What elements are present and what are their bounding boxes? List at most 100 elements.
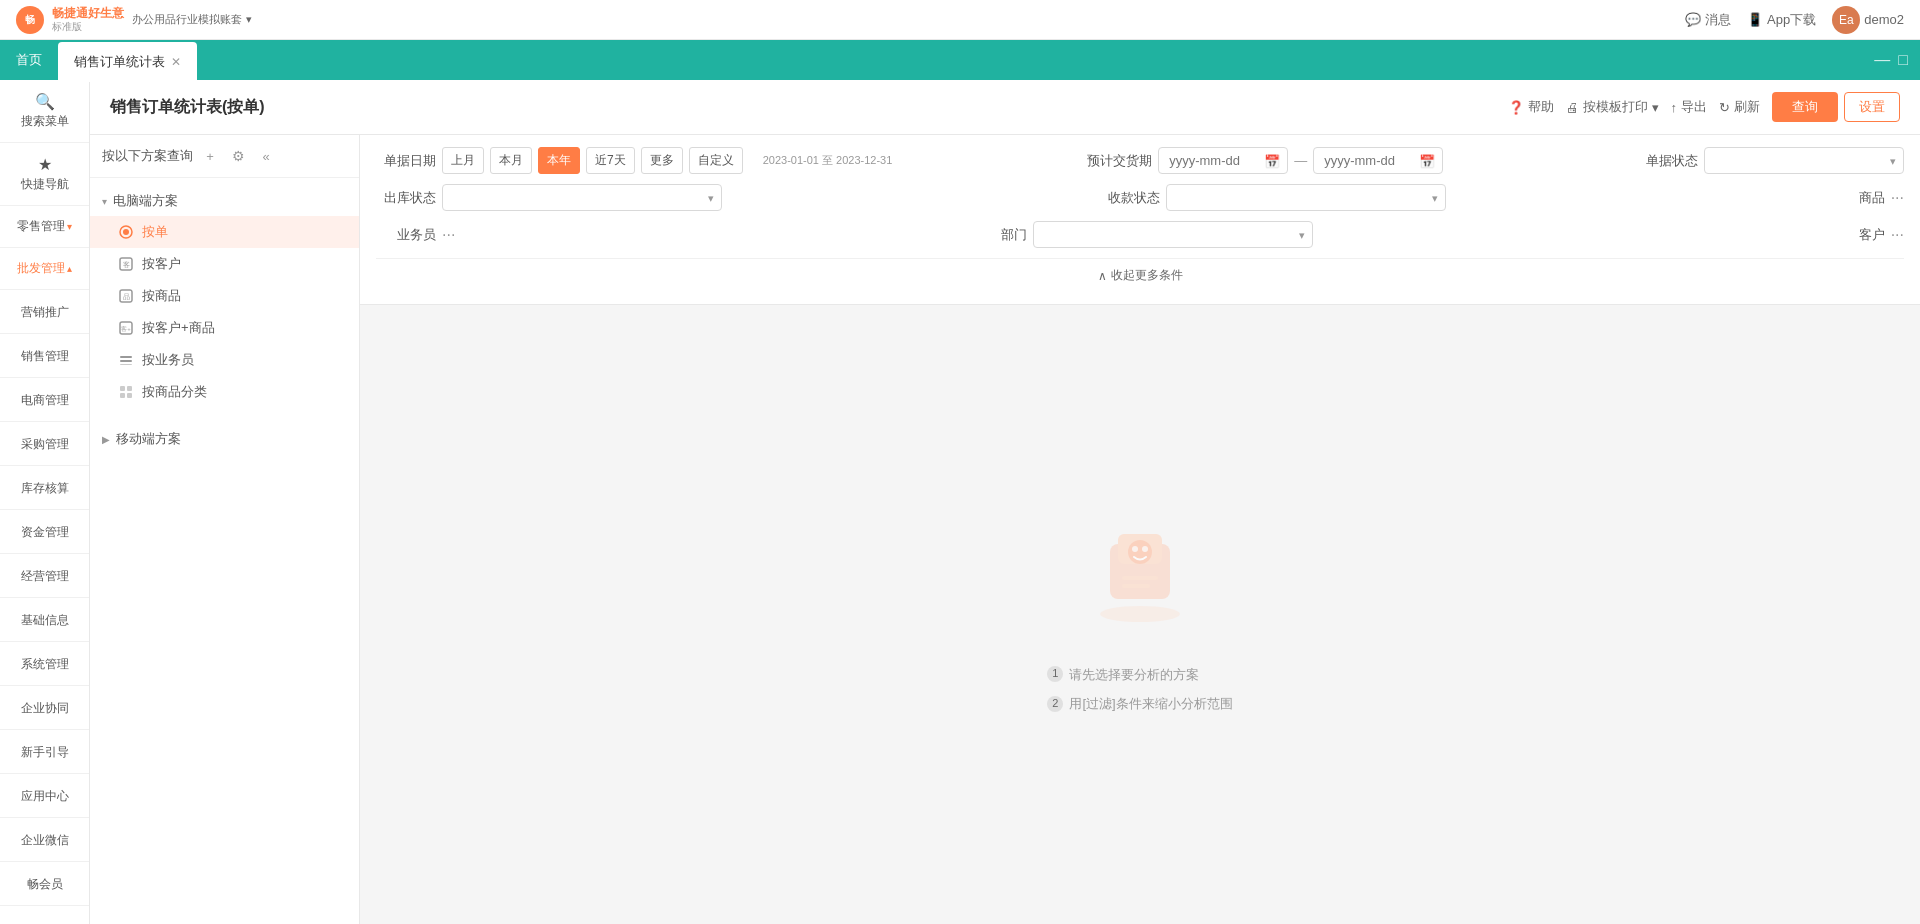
filter-row-3: 业务员 ··· 部门: [376, 221, 1904, 248]
sidebar-item-new-user-guide[interactable]: 新手引导: [0, 730, 89, 774]
scheme-group-pc[interactable]: ▾ 电脑端方案: [90, 186, 359, 216]
sidebar-item-app-center[interactable]: 应用中心: [0, 774, 89, 818]
page-title: 销售订单统计表(按单): [110, 97, 265, 130]
filter-row-1: 单据日期 上月 本月 本年 近7天 更多 自定义 2023-01-0: [376, 147, 1904, 174]
sidebar-item-wholesale-mgmt[interactable]: 批发管理 ▴: [0, 248, 89, 290]
window-maximize-btn[interactable]: □: [1898, 51, 1908, 69]
svg-rect-13: [120, 393, 125, 398]
query-button[interactable]: 查询: [1772, 92, 1838, 122]
svg-rect-10: [120, 364, 132, 365]
svg-text:客: 客: [123, 261, 130, 268]
sidebar-item-vip-member[interactable]: 畅会员: [0, 862, 89, 906]
salesperson-label: 业务员: [376, 226, 436, 244]
customer-scheme-icon: 客: [118, 256, 134, 272]
date-last-7days-btn[interactable]: 近7天: [586, 147, 635, 174]
scheme-item-by-category[interactable]: 按商品分类: [90, 376, 359, 408]
scheme-settings-btn[interactable]: ⚙: [227, 145, 249, 167]
sidebar-item-marketing[interactable]: 营销推广: [0, 290, 89, 334]
scheme-item-by-salesperson[interactable]: 按业务员: [90, 344, 359, 376]
doc-status-select[interactable]: [1704, 147, 1904, 174]
tabbar: 首页 销售订单统计表 ✕ — □: [0, 40, 1920, 80]
sidebar-item-finance-mgmt[interactable]: 资金管理: [0, 510, 89, 554]
ship-status-select[interactable]: [442, 184, 722, 211]
sidebar-item-retail-mgmt[interactable]: 零售管理 ▾: [0, 206, 89, 248]
sidebar-item-ecommerce-mgmt[interactable]: 电商管理: [0, 378, 89, 422]
svg-rect-22: [1122, 584, 1150, 588]
svg-point-19: [1132, 546, 1138, 552]
category-scheme-icon: [118, 384, 134, 400]
sidebar-item-basic-info[interactable]: 基础信息: [0, 598, 89, 642]
inner-layout: 按以下方案查询 + ⚙ « ▾ 电脑端方案: [90, 135, 1920, 924]
app-name: 畅捷通好生意: [52, 6, 124, 20]
sidebar-item-sales-mgmt[interactable]: 销售管理: [0, 334, 89, 378]
date-last-month-btn[interactable]: 上月: [442, 147, 484, 174]
user-avatar-btn[interactable]: Ea demo2: [1832, 6, 1904, 34]
scheme-section-mobile: ▶ 移动端方案: [90, 416, 359, 462]
topbar-left: 畅 畅捷通好生意 标准版 办公用品行业模拟账套 ▾: [16, 6, 252, 34]
scheme-item-by-product[interactable]: 品 按商品: [90, 280, 359, 312]
empty-illustration: [1080, 514, 1200, 655]
tabbar-right: — □: [1874, 51, 1920, 69]
expected-delivery-start-wrap: 📅: [1158, 147, 1288, 174]
expected-delivery-start-input[interactable]: [1158, 147, 1288, 174]
scheme-group-mobile[interactable]: ▶ 移动端方案: [90, 424, 359, 454]
scheme-item-by-order[interactable]: 按单: [90, 216, 359, 248]
payment-status-label: 收款状态: [1100, 189, 1160, 207]
export-btn[interactable]: ↑ 导出: [1671, 98, 1708, 116]
app-version: 标准版: [52, 21, 124, 33]
collapse-panel-btn[interactable]: «: [255, 145, 277, 167]
filter-area: 单据日期 上月 本月 本年 近7天 更多 自定义 2023-01-0: [360, 135, 1920, 305]
sidebar-item-inventory[interactable]: 库存核算: [0, 466, 89, 510]
svg-rect-21: [1122, 576, 1158, 580]
sidebar-item-search-menu[interactable]: 🔍 搜索菜单: [0, 80, 89, 143]
salesperson-picker-btn[interactable]: ···: [442, 226, 455, 244]
scheme-section-pc: ▾ 电脑端方案 按单 客 按客户: [90, 178, 359, 416]
help-btn[interactable]: ❓ 帮助: [1508, 98, 1554, 116]
collapse-filter-btn[interactable]: ∧ 收起更多条件: [376, 258, 1904, 292]
window-minimize-btn[interactable]: —: [1874, 51, 1890, 69]
sidebar-item-enterprise-collab[interactable]: 企业协同: [0, 686, 89, 730]
right-panel: 单据日期 上月 本月 本年 近7天 更多 自定义 2023-01-0: [360, 135, 1920, 924]
svg-rect-8: [120, 356, 132, 358]
add-scheme-btn[interactable]: +: [199, 145, 221, 167]
filter-product-item: 商品 ···: [1825, 189, 1904, 207]
refresh-btn[interactable]: ↻ 刷新: [1719, 98, 1760, 116]
sidebar-item-purchase-mgmt[interactable]: 采购管理: [0, 422, 89, 466]
sidebar-item-quick-nav[interactable]: ★ 快捷导航: [0, 143, 89, 206]
svg-text:品: 品: [123, 293, 130, 300]
customer-picker-btn[interactable]: ···: [1891, 226, 1904, 244]
product-picker-btn[interactable]: ···: [1891, 189, 1904, 207]
dropdown-title[interactable]: 办公用品行业模拟账套 ▾: [132, 12, 252, 27]
date-custom-btn[interactable]: 自定义: [689, 147, 743, 174]
department-select[interactable]: [1033, 221, 1313, 248]
tab-sales-order-stats[interactable]: 销售订单统计表 ✕: [58, 42, 197, 82]
product-label: 商品: [1825, 189, 1885, 207]
sidebar-item-operations-mgmt[interactable]: 经营管理: [0, 554, 89, 598]
svg-text:客+: 客+: [121, 325, 131, 332]
filter-salesperson-item: 业务员 ···: [376, 226, 455, 244]
svg-rect-9: [120, 360, 132, 362]
setting-button[interactable]: 设置: [1844, 92, 1900, 122]
payment-status-select[interactable]: [1166, 184, 1446, 211]
expected-delivery-end-input[interactable]: [1313, 147, 1443, 174]
date-this-year-btn[interactable]: 本年: [538, 147, 580, 174]
date-this-month-btn[interactable]: 本月: [490, 147, 532, 174]
scheme-item-by-customer-product[interactable]: 客+ 按客户+商品: [90, 312, 359, 344]
logo: 畅: [16, 6, 44, 34]
sidebar-item-system-mgmt[interactable]: 系统管理: [0, 642, 89, 686]
date-more-btn[interactable]: 更多: [641, 147, 683, 174]
template-print-btn[interactable]: 🖨 按模板打印 ▾: [1566, 98, 1659, 116]
product-scheme-icon: 品: [118, 288, 134, 304]
scheme-item-by-customer[interactable]: 客 按客户: [90, 248, 359, 280]
tab-home[interactable]: 首页: [0, 40, 58, 80]
empty-hint: 1 请先选择要分析的方案 2 用[过滤]条件来缩小分析范围: [1047, 663, 1232, 716]
main-action-buttons: 查询 设置: [1772, 92, 1900, 122]
messages-btn[interactable]: 💬 消息: [1685, 11, 1731, 29]
radio-icon: [118, 224, 134, 240]
salesperson-scheme-icon: [118, 352, 134, 368]
filter-department-item: 部门: [967, 221, 1313, 248]
tab-close-icon[interactable]: ✕: [171, 55, 181, 69]
svg-point-20: [1142, 546, 1148, 552]
sidebar-item-enterprise-wechat[interactable]: 企业微信: [0, 818, 89, 862]
app-download-btn[interactable]: 📱 App下载: [1747, 11, 1816, 29]
